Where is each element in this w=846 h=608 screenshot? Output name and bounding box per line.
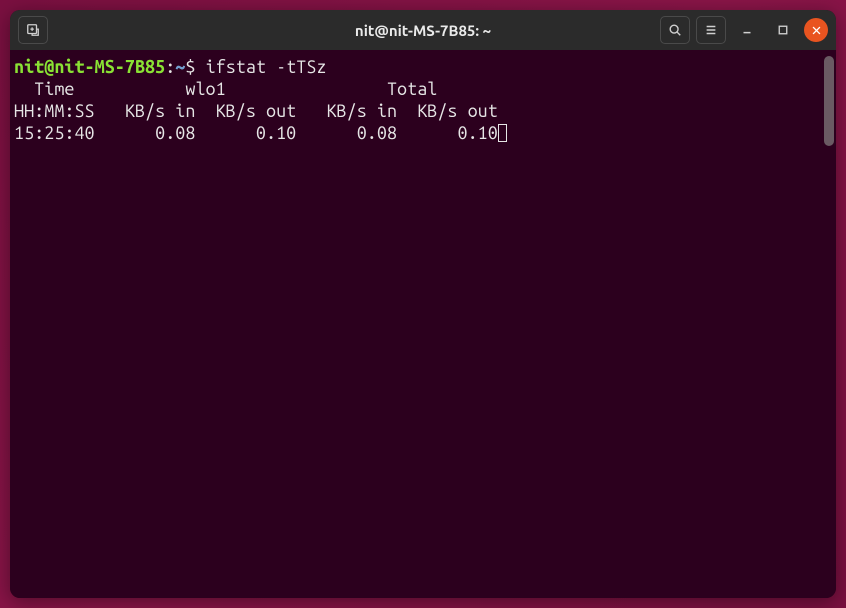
- output-header-1: Time wlo1 Total: [14, 79, 498, 99]
- prompt-user-host: nit@nit-MS-7B85: [14, 57, 165, 77]
- terminal-body[interactable]: nit@nit-MS-7B85:~$ ifstat -tTSz Time wlo…: [10, 50, 836, 598]
- window-title: nit@nit-MS-7B85: ~: [355, 22, 491, 39]
- prompt-separator: :: [165, 57, 175, 77]
- terminal-output: nit@nit-MS-7B85:~$ ifstat -tTSz Time wlo…: [14, 56, 828, 144]
- typed-command: ifstat -tTSz: [206, 57, 327, 77]
- prompt-path: ~: [175, 57, 185, 77]
- menu-button[interactable]: [696, 16, 726, 44]
- scrollbar-thumb[interactable]: [824, 56, 834, 146]
- new-tab-button[interactable]: [18, 16, 48, 44]
- cursor: [498, 124, 507, 142]
- prompt-suffix: $: [185, 57, 205, 77]
- search-button[interactable]: [660, 16, 690, 44]
- terminal-window: nit@nit-MS-7B85: ~: [10, 10, 836, 598]
- minimize-button[interactable]: [732, 16, 762, 44]
- maximize-button[interactable]: [768, 16, 798, 44]
- titlebar: nit@nit-MS-7B85: ~: [10, 10, 836, 50]
- output-row-1: 15:25:40 0.08 0.10 0.08 0.10: [14, 123, 498, 143]
- close-button[interactable]: [804, 18, 828, 42]
- output-header-2: HH:MM:SS KB/s in KB/s out KB/s in KB/s o…: [14, 101, 498, 121]
